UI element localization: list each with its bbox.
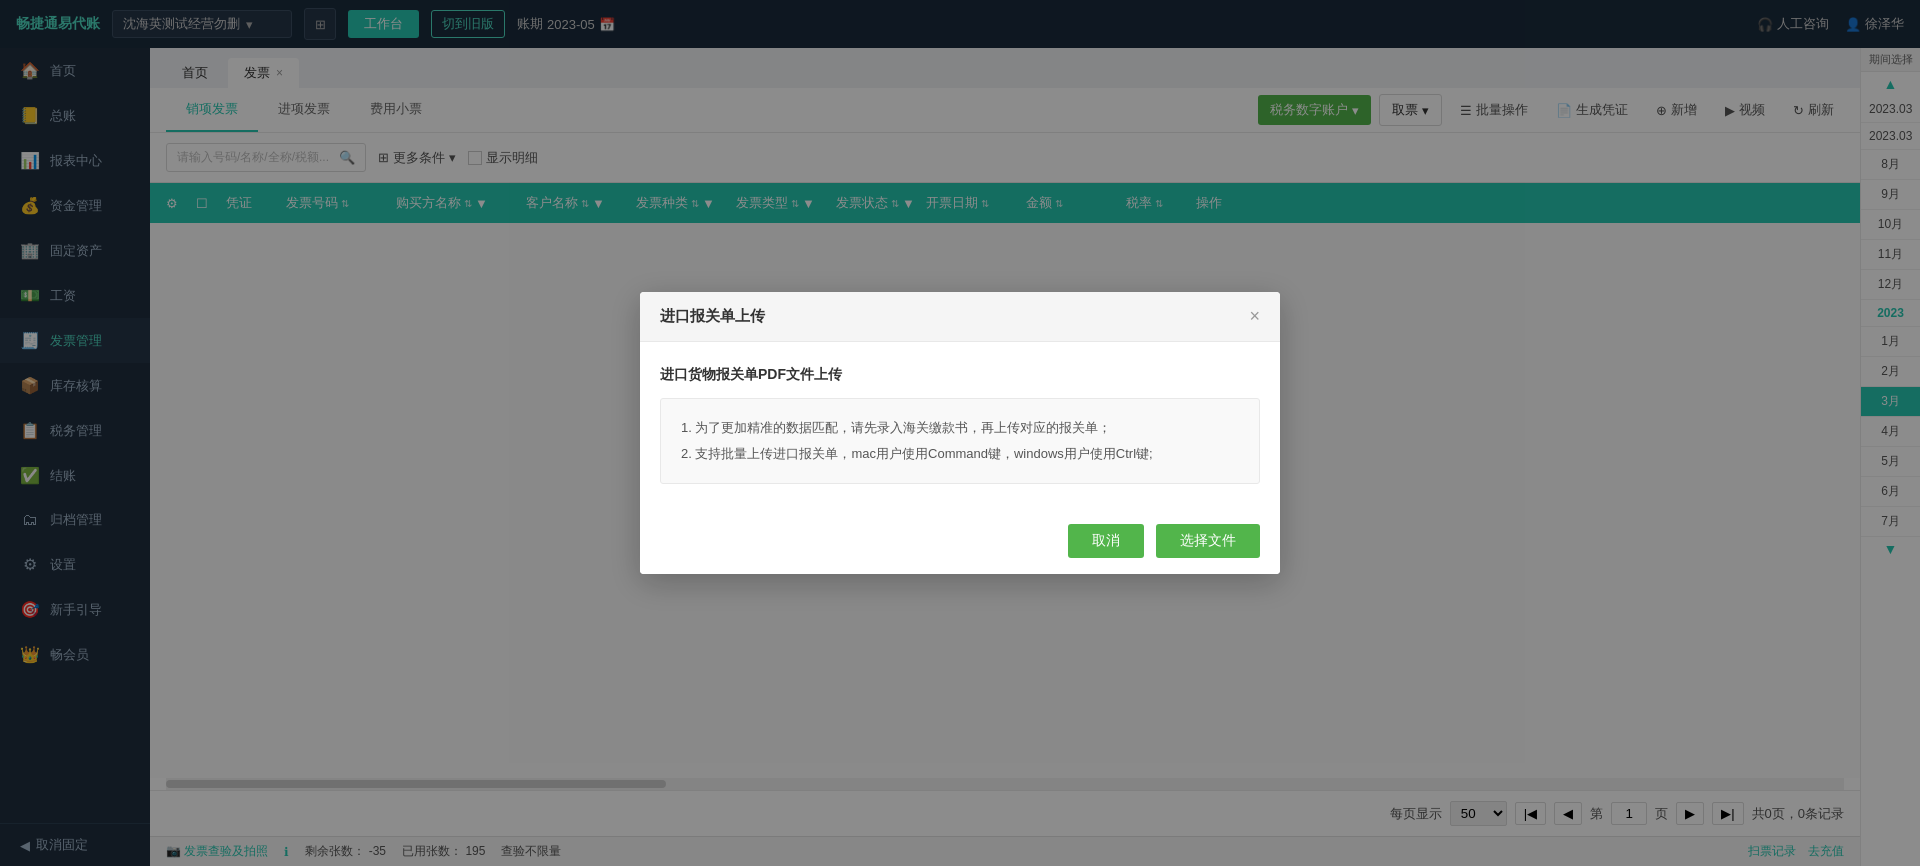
modal-section-title: 进口货物报关单PDF文件上传 [660,366,1260,384]
modal-info-item-1: 1. 为了更加精准的数据匹配，请先录入海关缴款书，再上传对应的报关单； [681,415,1239,441]
modal-cancel-btn[interactable]: 取消 [1068,524,1144,558]
modal-info-item-2: 2. 支持批量上传进口报关单，mac用户使用Command键，windows用户… [681,441,1239,467]
modal-header: 进口报关单上传 × [640,292,1280,342]
modal-select-file-btn[interactable]: 选择文件 [1156,524,1260,558]
modal-body: 进口货物报关单PDF文件上传 1. 为了更加精准的数据匹配，请先录入海关缴款书，… [640,342,1280,508]
modal-info-box: 1. 为了更加精准的数据匹配，请先录入海关缴款书，再上传对应的报关单； 2. 支… [660,398,1260,484]
import-customs-modal: 进口报关单上传 × 进口货物报关单PDF文件上传 1. 为了更加精准的数据匹配，… [640,292,1280,574]
modal-title: 进口报关单上传 [660,307,765,326]
modal-footer: 取消 选择文件 [640,508,1280,574]
modal-close-btn[interactable]: × [1249,306,1260,327]
modal-overlay: 进口报关单上传 × 进口货物报关单PDF文件上传 1. 为了更加精准的数据匹配，… [0,0,1920,866]
